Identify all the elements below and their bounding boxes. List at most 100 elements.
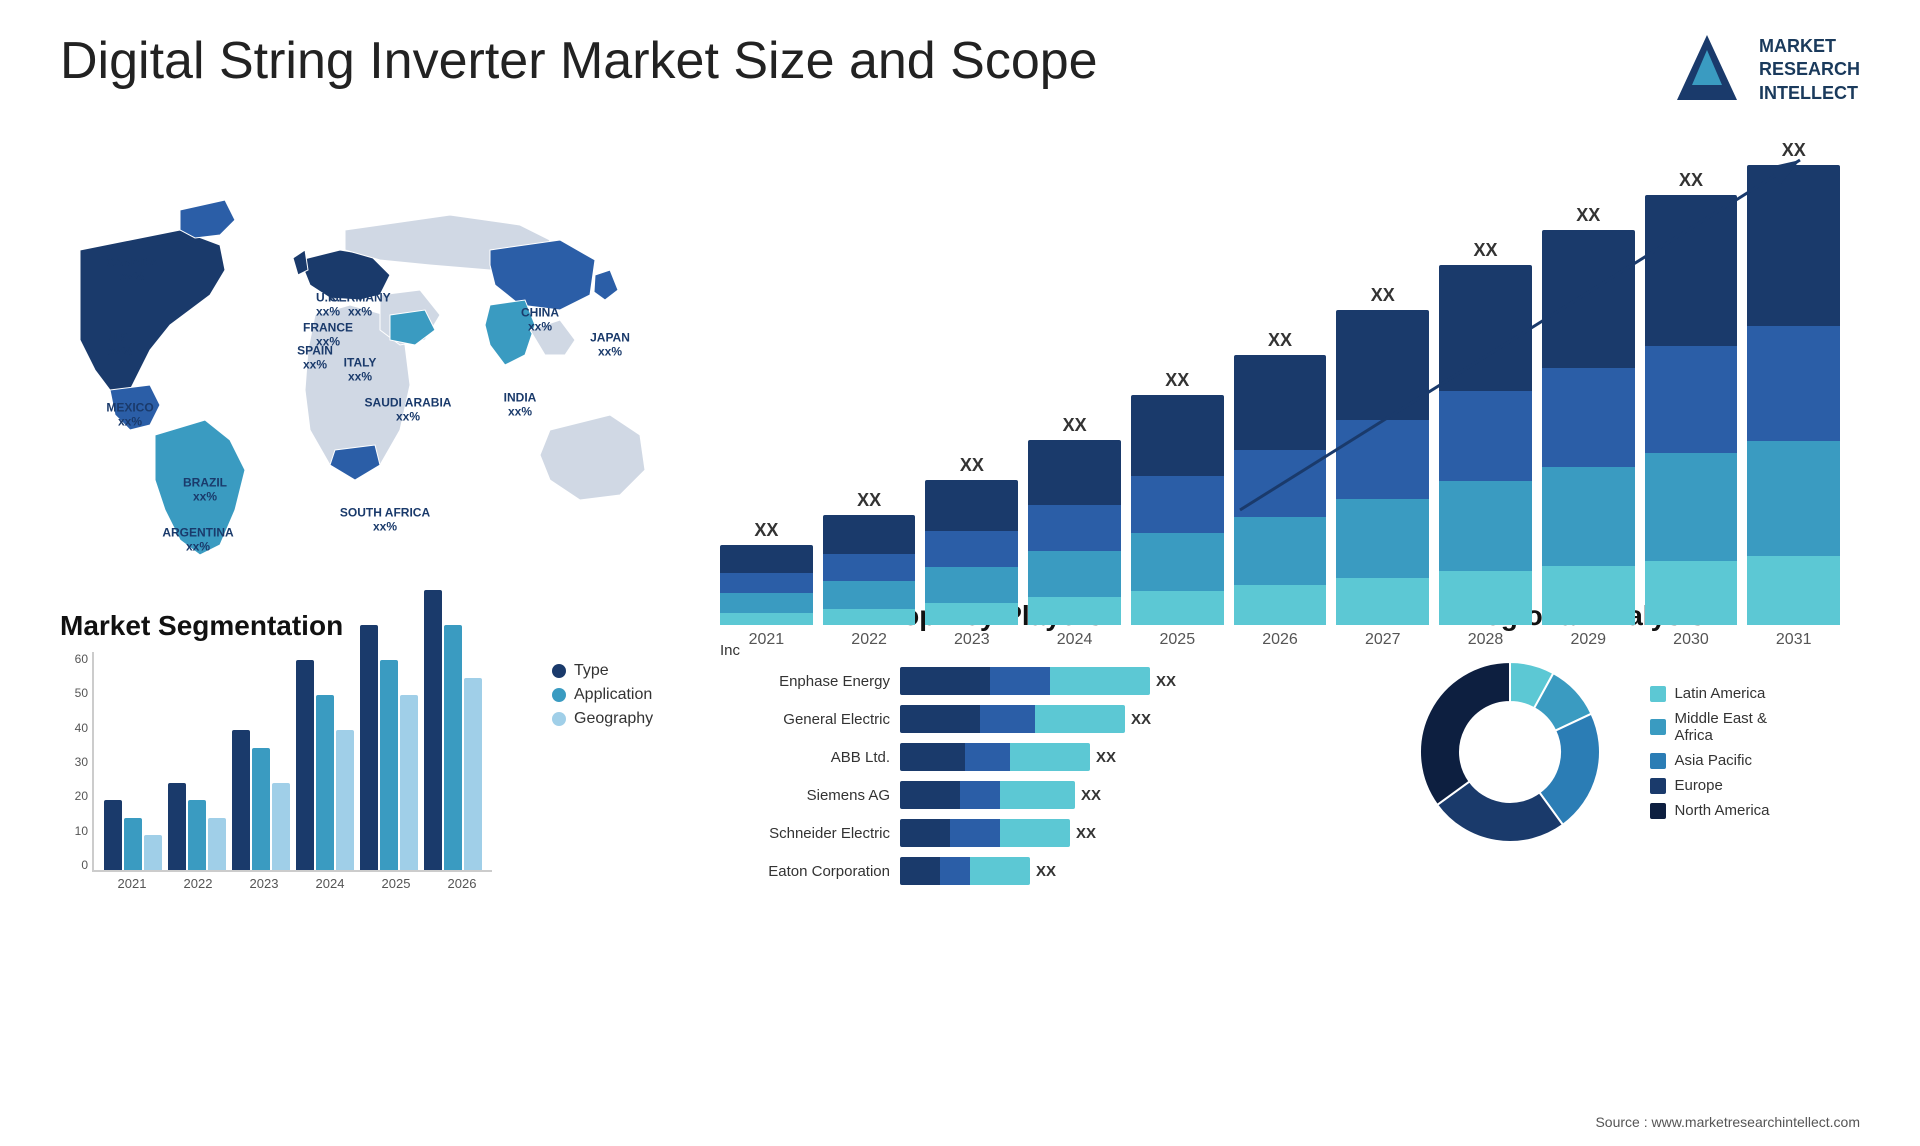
bar-segment: [720, 545, 813, 573]
seg-bar: [208, 818, 226, 871]
seg-bar-group: [360, 625, 418, 870]
bar-segment: [1028, 505, 1121, 551]
bar-segment: [1131, 533, 1224, 591]
player-bar-seg1: [900, 743, 965, 771]
bar-segment: [1439, 571, 1532, 625]
seg-bar: [444, 625, 462, 870]
bar-stack: [1542, 230, 1635, 625]
bar-year-label: 2030: [1673, 631, 1709, 649]
bar-segment: [1542, 566, 1635, 625]
bar-segment: [1542, 230, 1635, 368]
player-bar-seg1: [900, 705, 980, 733]
bar-group: XX2021: [720, 520, 813, 649]
player-bar-seg3: [1000, 781, 1075, 809]
bar-segment: [720, 593, 813, 613]
bar-xx-label: XX: [1268, 330, 1292, 351]
bar-stack: [1028, 440, 1121, 625]
bar-group: XX2029: [1542, 205, 1635, 649]
bar-year-label: 2025: [1160, 631, 1196, 649]
seg-bar: [232, 730, 250, 870]
seg-x-labels: 202120222023202420252026: [92, 876, 492, 891]
seg-bar: [104, 800, 122, 870]
seg-x-label: 2023: [234, 876, 294, 891]
legend-application: Application: [552, 686, 653, 704]
logo-icon: [1667, 30, 1747, 110]
seg-x-label: 2025: [366, 876, 426, 891]
player-bar-wrap: XX: [900, 705, 1270, 733]
seg-bar-group: [104, 800, 162, 870]
bar-year-label: 2021: [749, 631, 785, 649]
bar-stack: [1336, 310, 1429, 625]
bar-segment: [1336, 499, 1429, 578]
bar-chart-container: XX2021XX2022XX2023XX2024XX2025XX2026XX20…: [720, 140, 1840, 560]
bar-segment: [1028, 551, 1121, 597]
player-bar-seg1: [900, 781, 960, 809]
bar-stack: [823, 515, 916, 625]
legend-label-application: Application: [574, 686, 652, 704]
bar-segment: [1645, 195, 1738, 346]
bar-year-label: 2022: [851, 631, 887, 649]
y-label-50: 50: [75, 686, 88, 700]
seg-x-label: 2026: [432, 876, 492, 891]
bar-group: XX 2022: [823, 490, 916, 649]
legend-dot-type: [552, 664, 566, 678]
bar-year-label: 2023: [954, 631, 990, 649]
player-bar-seg1: [900, 819, 950, 847]
player-row: Schneider ElectricXX: [720, 819, 1270, 847]
bar-segment: [1131, 476, 1224, 534]
player-bar-wrap: XX: [900, 857, 1270, 885]
bar-segment: [1747, 556, 1840, 625]
seg-bar: [144, 835, 162, 870]
bar-segment: [1336, 310, 1429, 420]
bar-segment: [823, 515, 916, 554]
seg-bar: [188, 800, 206, 870]
header: Digital String Inverter Market Size and …: [0, 0, 1920, 120]
player-bar: [900, 781, 1075, 809]
market-segmentation-section: Market Segmentation 60 50 40 30 20 10 0 …: [40, 600, 700, 901]
seg-bar: [124, 818, 142, 871]
player-name: Siemens AG: [720, 787, 890, 804]
bar-segment: [720, 613, 813, 625]
seg-x-label: 2021: [102, 876, 162, 891]
seg-x-label: 2024: [300, 876, 360, 891]
page-title: Digital String Inverter Market Size and …: [60, 30, 1098, 92]
donut-legend-color: [1650, 803, 1666, 819]
bar-year-label: 2031: [1776, 631, 1812, 649]
bar-chart-section: XX2021XX2022XX2023XX2024XX2025XX2026XX20…: [700, 120, 1880, 600]
donut-legend-color: [1650, 778, 1666, 794]
bar-segment: [1439, 265, 1532, 391]
bar-stack: [925, 480, 1018, 625]
player-bar-seg1: [900, 857, 940, 885]
player-xx-label: XX: [1096, 749, 1116, 766]
player-row: General Electric XX: [720, 705, 1270, 733]
bar-stack: [720, 545, 813, 625]
bar-xx-label: XX: [1474, 240, 1498, 261]
map-section: CANADAxx%U.S.xx%MEXICOxx%BRAZILxx%ARGENT…: [40, 120, 700, 600]
bar-segment: [823, 554, 916, 582]
bar-segment: [1234, 517, 1327, 585]
player-row: ABB Ltd.XX: [720, 743, 1270, 771]
player-bar-seg2: [980, 705, 1035, 733]
donut-legend-item: North America: [1650, 802, 1769, 819]
bar-segment: [1439, 481, 1532, 571]
bar-segment: [1542, 368, 1635, 467]
player-xx-label: XX: [1081, 787, 1101, 804]
player-xx-label: XX: [1076, 825, 1096, 842]
bar-segment: [1747, 326, 1840, 441]
player-name: General Electric: [720, 711, 890, 728]
bar-segment: [925, 480, 1018, 531]
legend-geography: Geography: [552, 710, 653, 728]
bar-segment: [823, 581, 916, 609]
player-bar-wrap: XX: [900, 781, 1270, 809]
bar-xx-label: XX: [857, 490, 881, 511]
bar-stack: [1234, 355, 1327, 625]
bar-year-label: 2029: [1570, 631, 1606, 649]
player-xx-label: XX: [1131, 711, 1151, 728]
donut-legend-label: North America: [1674, 802, 1769, 819]
legend-label-type: Type: [574, 662, 609, 680]
bar-segment: [1336, 578, 1429, 625]
bar-segment: [1336, 420, 1429, 499]
bar-segment: [1131, 395, 1224, 476]
bar-segment: [1028, 440, 1121, 505]
seg-bar: [296, 660, 314, 870]
